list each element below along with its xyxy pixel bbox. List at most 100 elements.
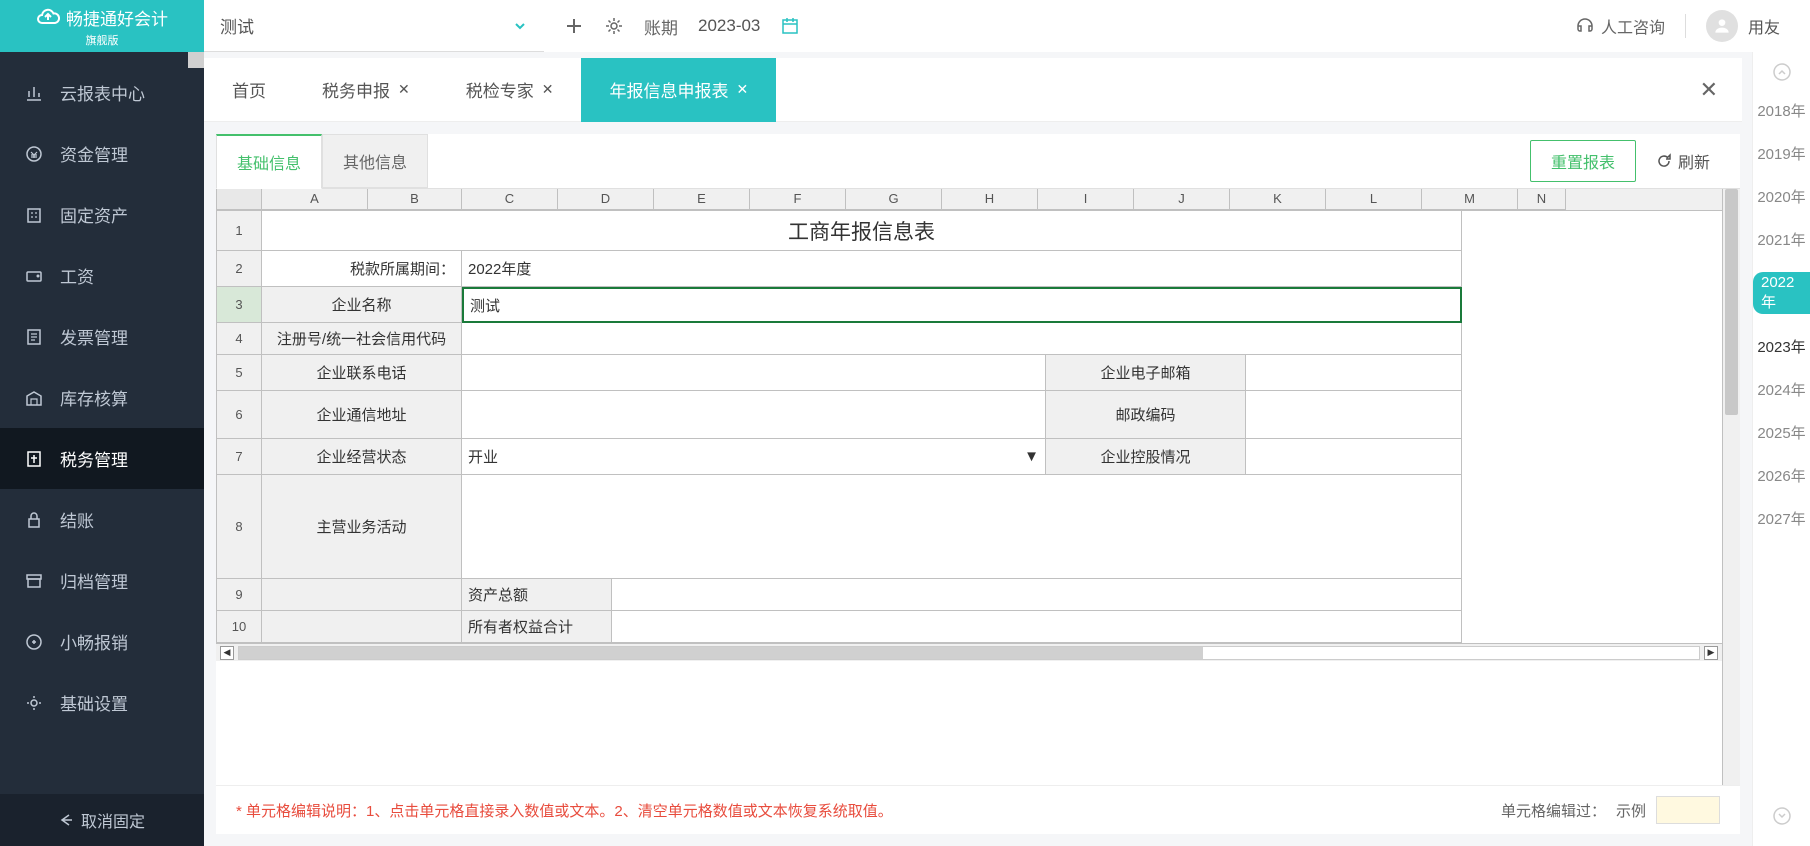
row-header[interactable]: 6 (216, 391, 262, 439)
year-item[interactable]: 2022年 (1753, 272, 1810, 314)
cell[interactable] (462, 391, 1046, 439)
close-icon[interactable]: ✕ (736, 81, 748, 98)
tab-tax-expert[interactable]: 税检专家 ✕ (438, 58, 582, 122)
sidebar-item-report-center[interactable]: 云报表中心 (0, 62, 204, 123)
cell-label[interactable]: 企业经营状态 (262, 439, 462, 475)
col-header[interactable]: K (1230, 189, 1326, 210)
sidebar-scroll-indicator[interactable] (188, 52, 204, 68)
select-all-corner[interactable] (216, 189, 262, 210)
col-header[interactable]: A (262, 189, 368, 210)
cell[interactable]: 2022年度 (462, 251, 1462, 287)
cell[interactable] (462, 323, 1462, 355)
sidebar-item-reimburse[interactable]: 小畅报销 (0, 611, 204, 672)
consult-button[interactable]: 人工咨询 (1575, 14, 1665, 38)
close-all-tabs-icon[interactable]: ✕ (1686, 77, 1732, 103)
gear-icon[interactable] (604, 16, 624, 36)
cell-selected[interactable]: 测试 (462, 287, 1462, 323)
col-header[interactable]: B (368, 189, 462, 210)
col-header[interactable]: D (558, 189, 654, 210)
calendar-icon[interactable] (780, 16, 800, 36)
tab-tax-filing[interactable]: 税务申报 ✕ (294, 58, 438, 122)
close-icon[interactable]: ✕ (398, 81, 410, 98)
col-header[interactable]: F (750, 189, 846, 210)
account-selector[interactable]: 测试 (204, 0, 544, 52)
cell[interactable] (262, 611, 462, 643)
cell-label[interactable]: 企业控股情况 (1046, 439, 1246, 475)
cell[interactable] (612, 611, 1462, 643)
cell[interactable]: 税款所属期间： (262, 251, 462, 287)
expand-icon[interactable] (1772, 806, 1792, 826)
col-header[interactable]: N (1518, 189, 1566, 210)
col-header[interactable]: M (1422, 189, 1518, 210)
cell-label[interactable]: 资产总额 (462, 579, 612, 611)
tab-home[interactable]: 首页 (204, 58, 294, 122)
year-item[interactable]: 2027年 (1757, 508, 1805, 529)
cell-label[interactable]: 主营业务活动 (262, 475, 462, 579)
logo[interactable]: 畅捷通好会计 旗舰版 (0, 0, 204, 52)
sidebar-item-archive[interactable]: 归档管理 (0, 550, 204, 611)
collapse-icon[interactable] (1772, 62, 1792, 82)
row-header[interactable]: 1 (216, 211, 262, 251)
cell[interactable] (262, 579, 462, 611)
cell-label[interactable]: 企业名称 (262, 287, 462, 323)
sidebar-item-fixed-assets[interactable]: 固定资产 (0, 184, 204, 245)
cell-label[interactable]: 企业电子邮箱 (1046, 355, 1246, 391)
scroll-thumb[interactable] (239, 647, 1203, 659)
col-header[interactable]: I (1038, 189, 1134, 210)
sidebar-item-invoice[interactable]: 发票管理 (0, 306, 204, 367)
row-header[interactable]: 5 (216, 355, 262, 391)
subtab-other-info[interactable]: 其他信息 (322, 134, 428, 188)
sidebar-unpin-button[interactable]: 取消固定 (0, 794, 204, 846)
scroll-thumb[interactable] (1725, 189, 1738, 415)
row-header[interactable]: 7 (216, 439, 262, 475)
col-header[interactable]: E (654, 189, 750, 210)
cell[interactable] (1246, 439, 1462, 475)
subtab-basic-info[interactable]: 基础信息 (216, 134, 322, 189)
scroll-right-icon[interactable]: ▶ (1704, 646, 1718, 660)
year-item[interactable]: 2024年 (1757, 379, 1805, 400)
col-header[interactable]: L (1326, 189, 1422, 210)
sidebar-item-closing[interactable]: 结账 (0, 489, 204, 550)
refresh-button[interactable]: 刷新 (1656, 149, 1710, 173)
cell-label[interactable]: 企业联系电话 (262, 355, 462, 391)
cell-title[interactable]: 工商年报信息表 (262, 211, 1462, 251)
cell-label[interactable]: 所有者权益合计 (462, 611, 612, 643)
tab-annual-report[interactable]: 年报信息申报表 ✕ (581, 58, 776, 122)
sidebar-item-tax[interactable]: 税务管理 (0, 428, 204, 489)
year-item[interactable]: 2025年 (1757, 422, 1805, 443)
row-header[interactable]: 3 (216, 287, 262, 323)
year-item[interactable]: 2026年 (1757, 465, 1805, 486)
row-header[interactable]: 10 (216, 611, 262, 643)
row-header[interactable]: 4 (216, 323, 262, 355)
year-item[interactable]: 2020年 (1757, 186, 1805, 207)
close-icon[interactable]: ✕ (542, 81, 554, 98)
horizontal-scrollbar[interactable]: ◀ ▶ (216, 643, 1722, 661)
sidebar-item-salary[interactable]: 工资 (0, 245, 204, 306)
col-header[interactable]: G (846, 189, 942, 210)
cell[interactable] (462, 355, 1046, 391)
reset-button[interactable]: 重置报表 (1530, 140, 1636, 182)
year-item[interactable]: 2018年 (1757, 100, 1805, 121)
sheet-grid[interactable]: A B C D E F G H I J K L M N (216, 189, 1722, 785)
year-item[interactable]: 2023年 (1757, 336, 1805, 357)
user-section[interactable]: 用友 (1706, 10, 1780, 42)
cell[interactable] (1246, 391, 1462, 439)
year-item[interactable]: 2021年 (1757, 229, 1805, 250)
cell-label[interactable]: 注册号/统一社会信用代码 (262, 323, 462, 355)
cell[interactable] (612, 579, 1462, 611)
scroll-left-icon[interactable]: ◀ (220, 646, 234, 660)
add-icon[interactable] (564, 16, 584, 36)
cell-dropdown[interactable]: 开业▼ (462, 439, 1046, 475)
vertical-scrollbar[interactable] (1722, 189, 1740, 785)
row-header[interactable]: 2 (216, 251, 262, 287)
year-item[interactable]: 2019年 (1757, 143, 1805, 164)
cell[interactable] (1246, 355, 1462, 391)
cell[interactable] (462, 475, 1462, 579)
cell-label[interactable]: 邮政编码 (1046, 391, 1246, 439)
sidebar-item-settings[interactable]: 基础设置 (0, 672, 204, 733)
col-header[interactable]: J (1134, 189, 1230, 210)
scroll-track[interactable] (238, 646, 1700, 660)
col-header[interactable]: C (462, 189, 558, 210)
cell-label[interactable]: 企业通信地址 (262, 391, 462, 439)
sidebar-item-inventory[interactable]: 库存核算 (0, 367, 204, 428)
